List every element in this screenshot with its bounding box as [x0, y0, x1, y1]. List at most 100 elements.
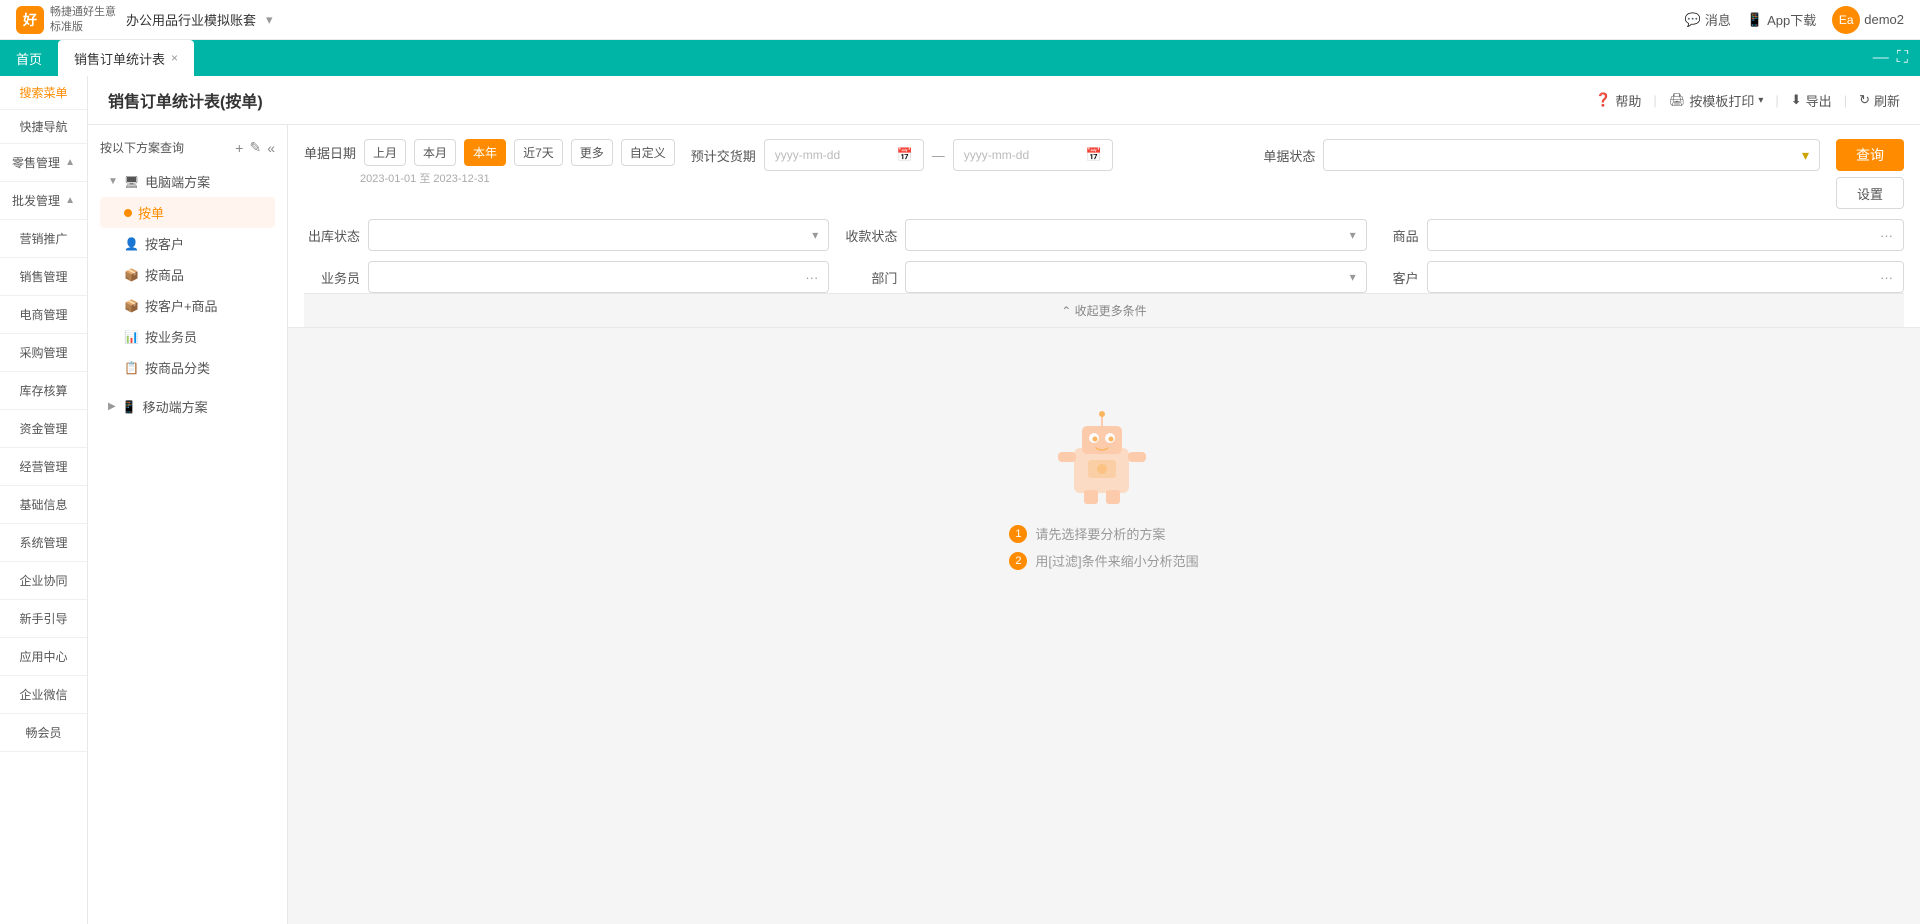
scheme-panel: 按以下方案查询 + ✎ « ▼ 🖥 电脑端方案 按单: [88, 125, 288, 924]
user-profile-button[interactable]: Ea demo2: [1832, 6, 1904, 34]
sidebar-item-wholesale[interactable]: 批发管理 ▲: [0, 182, 87, 219]
export-button[interactable]: ⬇ 导出: [1791, 91, 1832, 110]
nav-tab-actions: — ⛶: [1873, 49, 1920, 67]
sidebar-search-menu[interactable]: 搜索菜单: [0, 76, 87, 110]
sidebar-item-basic[interactable]: 基础信息: [0, 486, 87, 524]
period-btn-this-month[interactable]: 本月: [414, 139, 456, 166]
ship-status-label: 出库状态: [304, 226, 360, 245]
scheme-item-by-order[interactable]: 按单: [100, 197, 275, 228]
sidebar-item-member[interactable]: 畅会员: [0, 714, 87, 752]
logo-text: 畅捷通好生意 标准版: [50, 5, 116, 34]
date-to-placeholder: yyyy-mm-dd: [964, 148, 1029, 162]
scheme-edit-button[interactable]: ✎: [249, 139, 261, 156]
print-dropdown-icon: ▾: [1758, 95, 1763, 106]
scheme-item-by-category[interactable]: 📋 按商品分类: [100, 352, 275, 383]
sidebar-item-retail[interactable]: 零售管理 ▲: [0, 144, 87, 181]
period-btn-7days[interactable]: 近7天: [514, 139, 563, 166]
help-button[interactable]: ❓ 帮助: [1595, 91, 1641, 110]
ship-status-select[interactable]: ▾: [368, 219, 829, 251]
settings-button[interactable]: 设置: [1836, 177, 1904, 209]
tab-home[interactable]: 首页: [0, 40, 58, 76]
filter-row2: 出库状态 ▾ 收款状态 ▾: [304, 219, 1904, 251]
scheme-item-by-product[interactable]: 📦 按商品: [100, 259, 275, 290]
customer-select[interactable]: ···: [1427, 261, 1904, 293]
wholesale-arrow-icon: ▲: [65, 195, 75, 206]
scheme-category-mobile-header[interactable]: ▶ 📱 移动端方案: [100, 391, 275, 422]
message-icon: 💬: [1685, 12, 1701, 28]
period-btn-custom[interactable]: 自定义: [621, 139, 675, 166]
avatar: Ea: [1832, 6, 1860, 34]
sidebar-item-system[interactable]: 系统管理: [0, 524, 87, 562]
salesperson-icon: 📊: [124, 330, 139, 344]
divider1: |: [1653, 93, 1656, 108]
department-select[interactable]: ▾: [905, 261, 1366, 293]
main-content: 单据日期 上月 本月 本年 近7天 更多 自定义 2023-01-01 至 20…: [288, 125, 1920, 924]
sidebar-item-sales[interactable]: 销售管理: [0, 258, 87, 296]
doc-status-select[interactable]: ▾: [1323, 139, 1820, 171]
mobile-icon: 📱: [122, 400, 137, 414]
refresh-button[interactable]: ↻ 刷新: [1859, 91, 1900, 110]
sidebar-quick-nav[interactable]: 快捷导航: [0, 110, 87, 144]
tip1-text: 请先选择要分析的方案: [1035, 524, 1165, 543]
period-btn-last-month[interactable]: 上月: [364, 139, 406, 166]
tab-maximize-icon[interactable]: ⛶: [1897, 49, 1908, 67]
pay-status-select[interactable]: ▾: [905, 219, 1366, 251]
goods-dots-icon: ···: [1880, 228, 1893, 243]
app-download-button[interactable]: 📱 App下载: [1747, 10, 1816, 29]
logo-area[interactable]: 好 畅捷通好生意 标准版: [16, 5, 116, 34]
doc-status-dropdown-icon: ▾: [1802, 147, 1809, 164]
expected-date-to[interactable]: yyyy-mm-dd 📅: [953, 139, 1113, 171]
collapse-button[interactable]: ⌃ 收起更多条件: [304, 293, 1904, 327]
print-icon: 🖨: [1669, 92, 1686, 108]
scheme-item-by-customer[interactable]: 👤 按客户: [100, 228, 275, 259]
period-btn-this-year[interactable]: 本年: [464, 139, 506, 166]
expected-date-from[interactable]: yyyy-mm-dd 📅: [764, 139, 924, 171]
scheme-item-by-customer-product[interactable]: 📦 按客户+商品: [100, 290, 275, 321]
sidebar-item-ecommerce[interactable]: 电商管理: [0, 296, 87, 334]
scheme-collapse-button[interactable]: «: [267, 140, 275, 156]
main-layout: 搜索菜单 快捷导航 零售管理 ▲ 批发管理 ▲ 营销推广 销售管理 电商管理: [0, 76, 1920, 924]
sidebar-item-marketing[interactable]: 营销推广: [0, 220, 87, 258]
scheme-category-desktop-header[interactable]: ▼ 🖥 电脑端方案: [100, 166, 275, 197]
content-area: 销售订单统计表(按单) ❓ 帮助 | 🖨 按模板打印 ▾ | ⬇ 导出 |: [88, 76, 1920, 924]
page-title: 销售订单统计表(按单): [108, 88, 263, 112]
goods-select[interactable]: ···: [1427, 219, 1904, 251]
scheme-panel-header: 按以下方案查询 + ✎ «: [88, 133, 287, 162]
empty-state: 1 请先选择要分析的方案 2 用[过滤]条件来缩小分析范围: [288, 328, 1920, 650]
doc-status-section: 单据状态 ▾: [1263, 139, 1820, 171]
print-button[interactable]: 🖨 按模板打印 ▾: [1669, 91, 1764, 110]
tab-close-icon[interactable]: ×: [171, 51, 178, 65]
sidebar-item-appstore[interactable]: 应用中心: [0, 638, 87, 676]
sidebar-item-purchase[interactable]: 采购管理: [0, 334, 87, 372]
help-icon: ❓: [1595, 92, 1611, 108]
scheme-panel-actions: + ✎ «: [235, 139, 275, 156]
refresh-icon: ↻: [1859, 92, 1870, 108]
expected-date-label: 预计交货期: [691, 146, 756, 165]
page-header: 销售订单统计表(按单) ❓ 帮助 | 🖨 按模板打印 ▾ | ⬇ 导出 |: [88, 76, 1920, 125]
sidebar-item-inventory[interactable]: 库存核算: [0, 372, 87, 410]
search-button[interactable]: 查询: [1836, 139, 1904, 171]
sidebar-item-finance[interactable]: 资金管理: [0, 410, 87, 448]
sidebar-item-enterprise[interactable]: 企业协同: [0, 562, 87, 600]
tab-minimize-icon[interactable]: —: [1873, 49, 1889, 67]
salesperson-select[interactable]: ···: [368, 261, 829, 293]
period-btn-more[interactable]: 更多: [571, 139, 613, 166]
sidebar-item-wechat[interactable]: 企业微信: [0, 676, 87, 714]
department-label: 部门: [841, 268, 897, 287]
customer-dots-icon: ···: [1880, 270, 1893, 285]
product-icon: 📦: [124, 268, 139, 282]
sidebar-item-newbie[interactable]: 新手引导: [0, 600, 87, 638]
message-button[interactable]: 💬 消息: [1685, 10, 1731, 29]
scheme-add-button[interactable]: +: [235, 140, 243, 156]
system-dropdown-icon[interactable]: ▾: [266, 12, 273, 28]
customer-product-icon: 📦: [124, 299, 139, 313]
tab-sales-order-stat[interactable]: 销售订单统计表 ×: [58, 40, 194, 76]
topbar-left: 好 畅捷通好生意 标准版 办公用品行业模拟账套 ▾: [16, 5, 273, 34]
scheme-item-by-salesperson[interactable]: 📊 按业务员: [100, 321, 275, 352]
date-separator: —: [932, 148, 945, 163]
retail-arrow-icon: ▲: [65, 157, 75, 168]
date-row: 单据日期 上月 本月 本年 近7天 更多 自定义: [304, 139, 675, 166]
sidebar-group-wholesale: 批发管理 ▲: [0, 182, 87, 220]
active-dot-icon: [124, 209, 132, 217]
sidebar-item-operation[interactable]: 经营管理: [0, 448, 87, 486]
